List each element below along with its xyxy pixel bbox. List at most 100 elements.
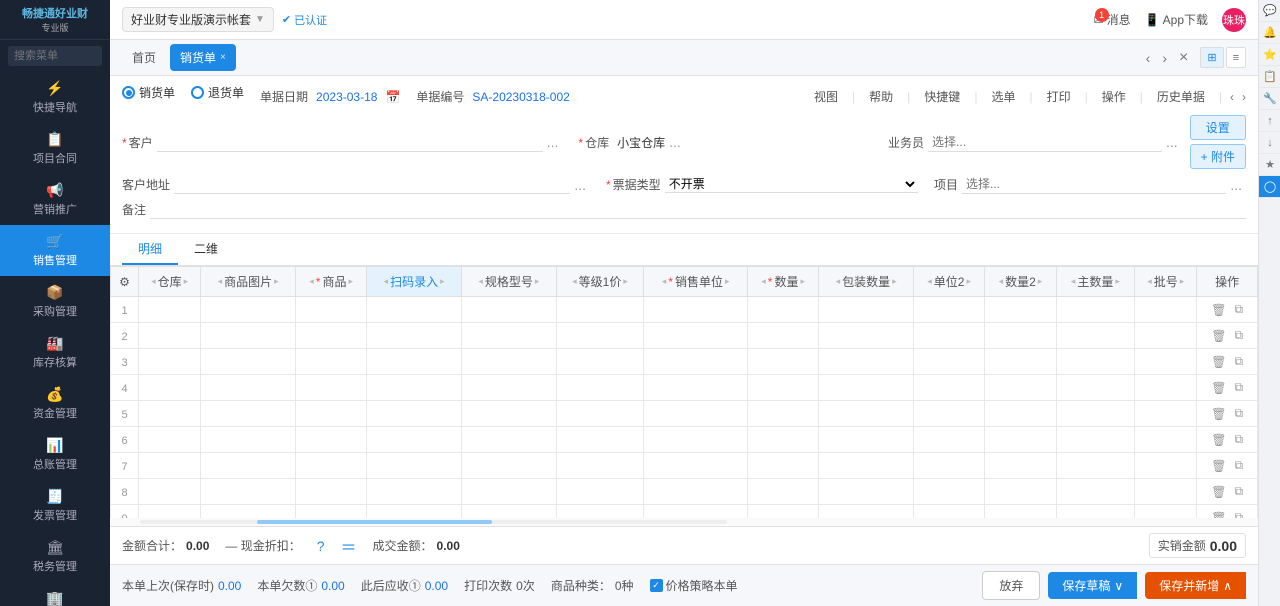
cell-main-qty-1[interactable] xyxy=(1056,297,1135,323)
cell-main-qty-2[interactable] xyxy=(1056,323,1135,349)
right-tool-4[interactable]: 📋 xyxy=(1259,66,1280,88)
row-copy-btn-9[interactable]: ⧉ xyxy=(1233,509,1246,518)
company-select[interactable]: 好业财专业版演示帐套 ▼ xyxy=(122,7,274,32)
cell-product-1[interactable] xyxy=(296,297,367,323)
cell-product-3[interactable] xyxy=(296,349,367,375)
row-copy-btn-8[interactable]: ⧉ xyxy=(1233,483,1246,500)
cell-sales-unit-4[interactable] xyxy=(644,375,748,401)
salesperson-input[interactable] xyxy=(928,133,1162,152)
cell-qty-2[interactable] xyxy=(747,323,818,349)
note-input[interactable] xyxy=(150,200,1246,219)
cell-spec-1[interactable] xyxy=(462,297,557,323)
doc-no-value[interactable]: SA-20230318-002 xyxy=(472,90,569,104)
row-copy-btn-6[interactable]: ⧉ xyxy=(1233,431,1246,448)
cell-unit2-3[interactable] xyxy=(914,349,985,375)
ticket-type-select[interactable]: 不开票 增值税普通发票 增值税专用发票 xyxy=(665,176,918,192)
sidebar-item-fixed-assets[interactable]: 🏢 固定资产 xyxy=(0,582,110,606)
nav-right-icon[interactable]: › xyxy=(1242,90,1246,104)
cell-price1-1[interactable] xyxy=(556,297,644,323)
history-action-btn[interactable]: 历史单据 xyxy=(1151,86,1211,107)
row-delete-btn-1[interactable]: 🗑 xyxy=(1209,301,1228,318)
project-dots[interactable]: ... xyxy=(1226,177,1246,193)
shortcut-action-btn[interactable]: 快捷键 xyxy=(918,86,966,107)
save-new-button[interactable]: 保存并新增 ∧ xyxy=(1145,572,1246,599)
cell-product-image-4[interactable] xyxy=(201,375,296,401)
search-input[interactable] xyxy=(8,46,102,66)
tab-close-icon[interactable]: × xyxy=(220,52,226,63)
cell-batch-no-1[interactable] xyxy=(1135,297,1197,323)
tab-home[interactable]: 首页 xyxy=(122,44,166,71)
cell-warehouse-3[interactable] xyxy=(139,349,201,375)
help-action-btn[interactable]: 帮助 xyxy=(863,86,899,107)
right-tool-6[interactable]: ↑ xyxy=(1259,110,1280,132)
warehouse-dots[interactable]: ... xyxy=(665,134,685,150)
cell-qty2-2[interactable] xyxy=(985,323,1056,349)
cell-price1-3[interactable] xyxy=(556,349,644,375)
row-copy-btn-4[interactable]: ⧉ xyxy=(1233,379,1246,396)
view-action-btn[interactable]: 视图 xyxy=(808,86,844,107)
right-tool-8[interactable]: ★ xyxy=(1259,154,1280,176)
h-scrollbar-track[interactable] xyxy=(140,520,727,524)
radio-sales[interactable]: 销货单 xyxy=(122,84,175,101)
cell-pack-qty-2[interactable] xyxy=(819,323,914,349)
right-tool-2[interactable]: 🔔 xyxy=(1259,22,1280,44)
sidebar-item-inventory[interactable]: 🏭 库存核算 xyxy=(0,327,110,378)
sidebar-item-general-ledger[interactable]: 📊 总账管理 xyxy=(0,429,110,480)
cell-unit2-2[interactable] xyxy=(914,323,985,349)
row-delete-btn-3[interactable]: 🗑 xyxy=(1209,353,1228,370)
cell-product-image-2[interactable] xyxy=(201,323,296,349)
tab-list[interactable]: 明细 xyxy=(122,234,178,265)
grid-view-btn[interactable]: ⊞ xyxy=(1200,47,1223,68)
row-copy-btn-2[interactable]: ⧉ xyxy=(1233,327,1246,344)
cell-warehouse-2[interactable] xyxy=(139,323,201,349)
row-copy-btn-5[interactable]: ⧉ xyxy=(1233,405,1246,422)
radio-return[interactable]: 退货单 xyxy=(191,84,244,101)
right-tool-3[interactable]: ⭐ xyxy=(1259,44,1280,66)
row-delete-btn-6[interactable]: 🗑 xyxy=(1209,431,1228,448)
th-batch-import[interactable]: ◂ 扫码录入 ▸ xyxy=(367,267,462,297)
doc-date-value[interactable]: 2023-03-18 xyxy=(316,90,377,104)
cell-batch-import-1[interactable] xyxy=(367,297,462,323)
customer-dots[interactable]: ... xyxy=(543,134,563,150)
cell-batch-import-2[interactable] xyxy=(367,323,462,349)
tab-next-btn[interactable]: › xyxy=(1158,48,1171,68)
sidebar-item-purchase-mgmt[interactable]: 📦 采购管理 xyxy=(0,276,110,327)
cell-pack-qty-3[interactable] xyxy=(819,349,914,375)
tab-sales-order[interactable]: 销货单 × xyxy=(170,44,236,71)
cell-warehouse-1[interactable] xyxy=(139,297,201,323)
cell-sales-unit-3[interactable] xyxy=(644,349,748,375)
cell-batch-import-4[interactable] xyxy=(367,375,462,401)
cell-product-2[interactable] xyxy=(296,323,367,349)
address-dots[interactable]: ... xyxy=(570,177,590,193)
cell-spec-3[interactable] xyxy=(462,349,557,375)
sidebar-item-project-contract[interactable]: 📋 项目合同 xyxy=(0,123,110,174)
list-view-btn[interactable]: ≡ xyxy=(1226,47,1246,68)
sidebar-item-invoices[interactable]: 🧾 发票管理 xyxy=(0,480,110,531)
th-settings[interactable]: ⚙ xyxy=(111,267,139,297)
customer-address-input[interactable] xyxy=(174,175,570,194)
cell-qty2-1[interactable] xyxy=(985,297,1056,323)
operation-action-btn[interactable]: 操作 xyxy=(1096,86,1132,107)
row-copy-btn-3[interactable]: ⧉ xyxy=(1233,353,1246,370)
cell-spec-2[interactable] xyxy=(462,323,557,349)
cell-batch-no-3[interactable] xyxy=(1135,349,1197,375)
sidebar-item-funds[interactable]: 💰 资金管理 xyxy=(0,378,110,429)
message-action[interactable]: ✉ 1 消息 xyxy=(1094,11,1131,28)
tab-prev-btn[interactable]: ‹ xyxy=(1142,48,1155,68)
row-copy-btn-1[interactable]: ⧉ xyxy=(1233,301,1246,318)
cell-spec-4[interactable] xyxy=(462,375,557,401)
cell-price1-2[interactable] xyxy=(556,323,644,349)
cell-batch-no-2[interactable] xyxy=(1135,323,1197,349)
cell-price1-4[interactable] xyxy=(556,375,644,401)
right-tool-7[interactable]: ↓ xyxy=(1259,132,1280,154)
row-delete-btn-7[interactable]: 🗑 xyxy=(1209,457,1228,474)
cell-qty2-3[interactable] xyxy=(985,349,1056,375)
row-delete-btn-9[interactable]: 🗑 xyxy=(1209,509,1228,518)
cell-batch-no-4[interactable] xyxy=(1135,375,1197,401)
user-action[interactable]: 珠珠 xyxy=(1222,8,1246,32)
customer-input[interactable] xyxy=(157,133,543,152)
row-copy-btn-7[interactable]: ⧉ xyxy=(1233,457,1246,474)
sidebar-item-marketing[interactable]: 📢 营销推广 xyxy=(0,174,110,225)
cell-pack-qty-1[interactable] xyxy=(819,297,914,323)
cell-main-qty-4[interactable] xyxy=(1056,375,1135,401)
